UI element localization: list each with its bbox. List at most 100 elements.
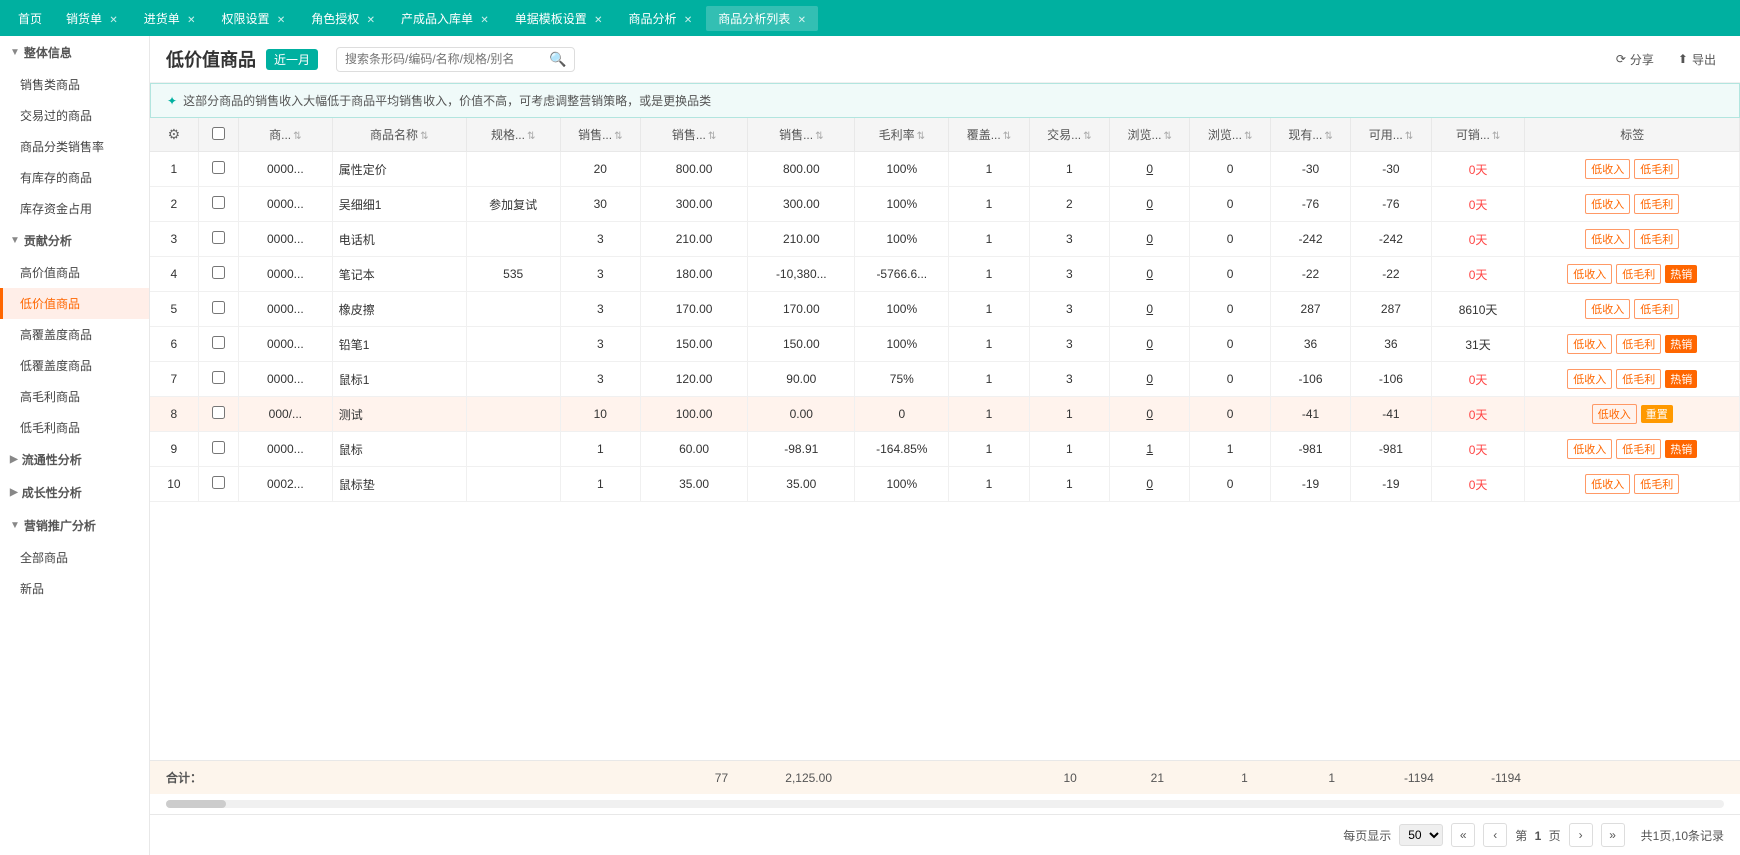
td-checkbox[interactable]	[198, 327, 238, 362]
view-link[interactable]: 0	[1146, 232, 1153, 246]
nav-item-1[interactable]: 销货单 ✕	[54, 6, 130, 31]
row-checkbox[interactable]	[212, 266, 225, 279]
sidebar-section-contribution[interactable]: ▼ 贡献分析	[0, 224, 149, 257]
first-page-button[interactable]: «	[1451, 823, 1475, 847]
view-link[interactable]: 0	[1146, 372, 1153, 386]
footer-sales-qty: 77	[678, 771, 765, 785]
th-sales-amt2[interactable]: 销售...⇅	[748, 118, 855, 152]
sidebar-section-growth[interactable]: ▶ 成长性分析	[0, 476, 149, 509]
th-view1[interactable]: 浏览...⇅	[1110, 118, 1190, 152]
th-margin[interactable]: 毛利率⇅	[855, 118, 949, 152]
nav-item-5[interactable]: 产成品入库单 ✕	[389, 6, 501, 31]
nav-item-4[interactable]: 角色授权 ✕	[299, 6, 387, 31]
per-page-select[interactable]: 50	[1399, 824, 1443, 846]
sidebar-item-all-goods[interactable]: 全部商品	[0, 542, 149, 573]
sidebar-section-marketing[interactable]: ▼ 营销推广分析	[0, 509, 149, 542]
horizontal-scrollbar[interactable]	[166, 800, 1724, 808]
row-checkbox[interactable]	[212, 441, 225, 454]
nav-item-6[interactable]: 单据模板设置 ✕	[503, 6, 615, 31]
sidebar-item-high-value[interactable]: 高价值商品	[0, 257, 149, 288]
sidebar-item-low-value[interactable]: 低价值商品	[0, 288, 149, 319]
row-checkbox[interactable]	[212, 336, 225, 349]
td-checkbox[interactable]	[198, 257, 238, 292]
th-checkbox[interactable]	[198, 118, 238, 152]
td-checkbox[interactable]	[198, 432, 238, 467]
view-link[interactable]: 0	[1146, 162, 1153, 176]
td-checkbox[interactable]	[198, 292, 238, 327]
view-link[interactable]: 0	[1146, 407, 1153, 421]
row-checkbox[interactable]	[212, 371, 225, 384]
close-icon-8[interactable]: ✕	[798, 15, 806, 26]
nav-item-2[interactable]: 进货单 ✕	[132, 6, 208, 31]
last-page-button[interactable]: »	[1601, 823, 1625, 847]
close-icon-7[interactable]: ✕	[684, 15, 692, 26]
view-link[interactable]: 0	[1146, 302, 1153, 316]
th-sales-qty[interactable]: 销售...⇅	[560, 118, 640, 152]
td-checkbox[interactable]	[198, 467, 238, 502]
select-all-checkbox[interactable]	[212, 127, 225, 140]
scrollbar-thumb[interactable]	[166, 800, 226, 808]
sidebar-section-liquidity[interactable]: ▶ 流通性分析	[0, 443, 149, 476]
sidebar-item-high-coverage[interactable]: 高覆盖度商品	[0, 319, 149, 350]
share-button[interactable]: ⟳ 分享	[1608, 47, 1662, 72]
view-link[interactable]: 1	[1146, 442, 1153, 456]
td-sales-amt2: 0.00	[748, 397, 855, 432]
export-button[interactable]: ⬆ 导出	[1670, 47, 1724, 72]
th-current[interactable]: 现有...⇅	[1270, 118, 1350, 152]
row-checkbox[interactable]	[212, 406, 225, 419]
th-name[interactable]: 商品名称⇅	[332, 118, 466, 152]
th-view2[interactable]: 浏览...⇅	[1190, 118, 1270, 152]
th-code[interactable]: 商...⇅	[238, 118, 332, 152]
view-link[interactable]: 0	[1146, 267, 1153, 281]
row-checkbox[interactable]	[212, 301, 225, 314]
search-icon[interactable]: 🔍	[549, 51, 566, 68]
th-settings[interactable]: ⚙	[150, 118, 198, 152]
sidebar-section-overall[interactable]: ▼ 整体信息	[0, 36, 149, 69]
settings-icon[interactable]: ⚙	[168, 126, 181, 142]
close-icon-4[interactable]: ✕	[367, 15, 375, 26]
close-icon-1[interactable]: ✕	[109, 15, 117, 26]
td-view1: 0	[1110, 397, 1190, 432]
view-link[interactable]: 0	[1146, 337, 1153, 351]
search-input[interactable]	[345, 52, 545, 66]
prev-page-button[interactable]: ‹	[1483, 823, 1507, 847]
view-link[interactable]: 0	[1146, 197, 1153, 211]
th-available[interactable]: 可用...⇅	[1351, 118, 1431, 152]
th-sales-amt1[interactable]: 销售...⇅	[640, 118, 747, 152]
nav-item-7[interactable]: 商品分析 ✕	[617, 6, 705, 31]
close-icon-6[interactable]: ✕	[594, 15, 602, 26]
th-spec[interactable]: 规格...⇅	[466, 118, 560, 152]
period-badge[interactable]: 近一月	[266, 49, 318, 70]
row-checkbox[interactable]	[212, 231, 225, 244]
nav-home[interactable]: 首页	[8, 6, 52, 31]
next-page-button[interactable]: ›	[1569, 823, 1593, 847]
sidebar-item-stock-goods[interactable]: 有库存的商品	[0, 162, 149, 193]
th-coverage[interactable]: 覆盖...⇅	[949, 118, 1029, 152]
th-saleable[interactable]: 可销...⇅	[1431, 118, 1525, 152]
sidebar-item-low-coverage[interactable]: 低覆盖度商品	[0, 350, 149, 381]
td-checkbox[interactable]	[198, 152, 238, 187]
view-link[interactable]: 0	[1146, 477, 1153, 491]
td-checkbox[interactable]	[198, 362, 238, 397]
row-checkbox[interactable]	[212, 476, 225, 489]
sidebar-item-sales-goods[interactable]: 销售类商品	[0, 69, 149, 100]
td-checkbox[interactable]	[198, 187, 238, 222]
row-checkbox[interactable]	[212, 161, 225, 174]
close-icon-5[interactable]: ✕	[480, 15, 488, 26]
sidebar-item-stock-capital[interactable]: 库存资金占用	[0, 193, 149, 224]
td-trade: 1	[1029, 397, 1109, 432]
td-checkbox[interactable]	[198, 397, 238, 432]
sidebar-item-category-rate[interactable]: 商品分类销售率	[0, 131, 149, 162]
td-view1: 0	[1110, 362, 1190, 397]
th-trade[interactable]: 交易...⇅	[1029, 118, 1109, 152]
row-checkbox[interactable]	[212, 196, 225, 209]
sidebar-item-high-margin[interactable]: 高毛利商品	[0, 381, 149, 412]
sidebar-item-low-margin[interactable]: 低毛利商品	[0, 412, 149, 443]
sidebar-item-traded-goods[interactable]: 交易过的商品	[0, 100, 149, 131]
td-checkbox[interactable]	[198, 222, 238, 257]
close-icon-2[interactable]: ✕	[187, 15, 195, 26]
nav-item-3[interactable]: 权限设置 ✕	[210, 6, 298, 31]
sidebar-item-new-goods[interactable]: 新品	[0, 573, 149, 604]
nav-item-8[interactable]: 商品分析列表 ✕	[706, 6, 818, 31]
close-icon-3[interactable]: ✕	[277, 15, 285, 26]
